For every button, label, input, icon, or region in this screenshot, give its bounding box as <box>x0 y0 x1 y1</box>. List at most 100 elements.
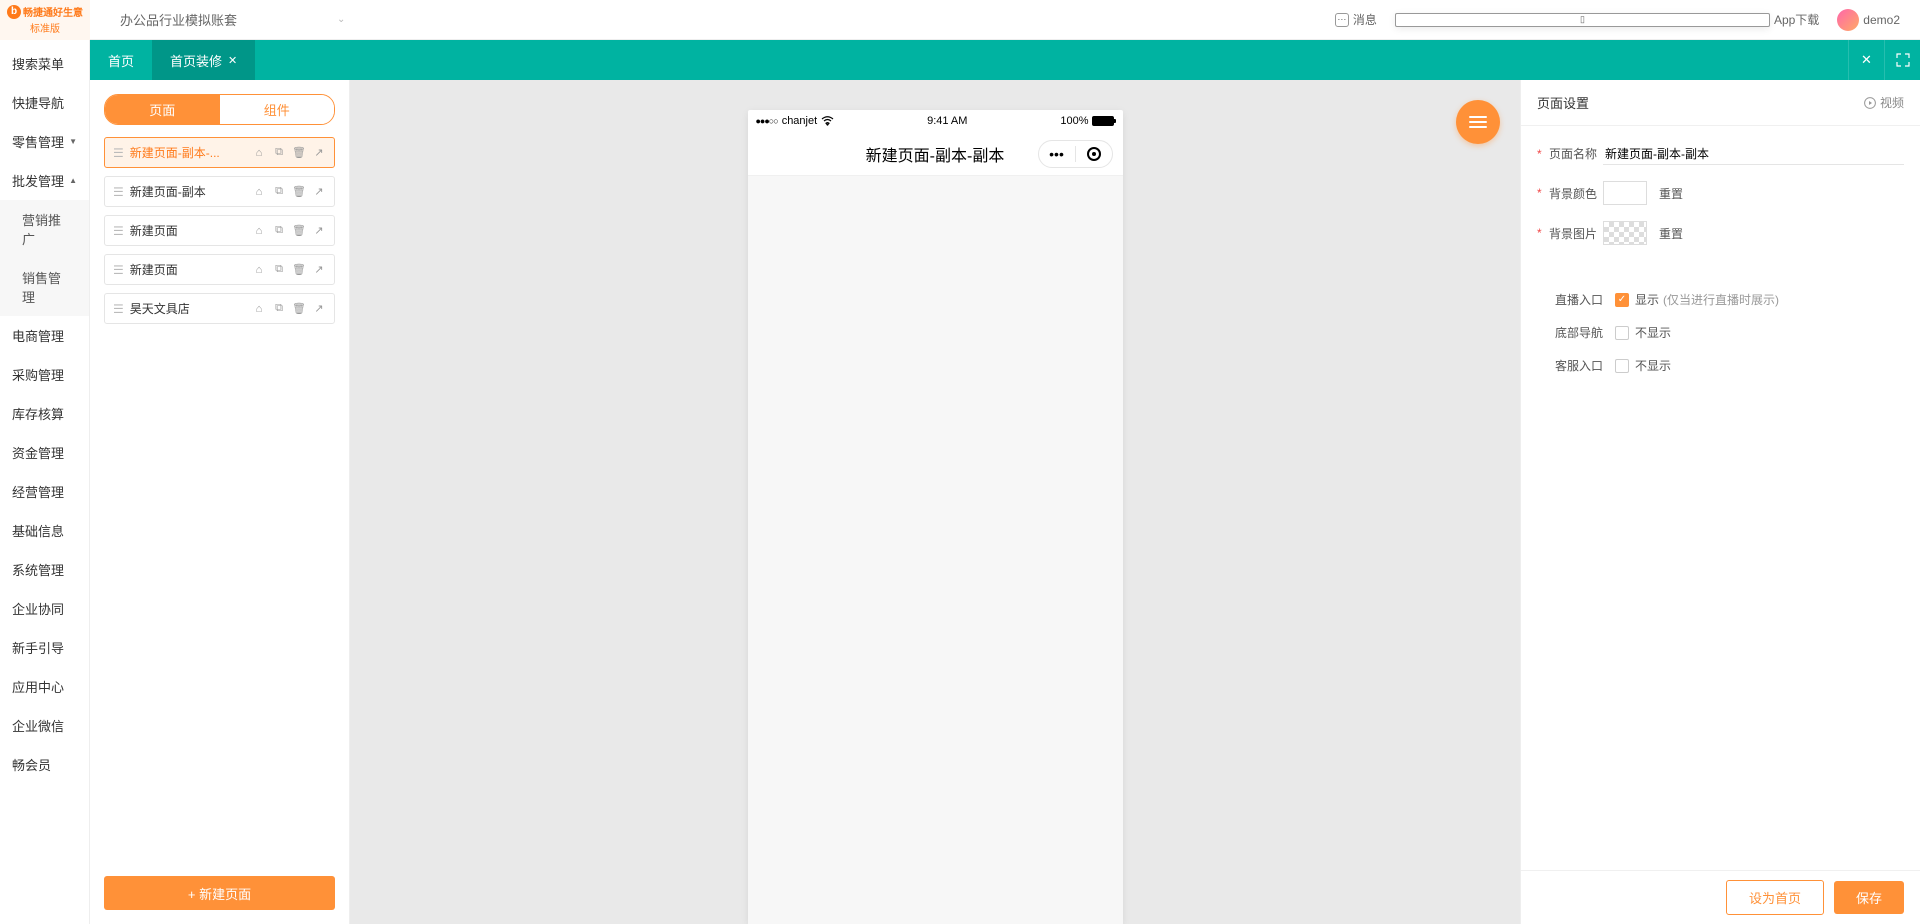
drag-icon[interactable]: ☰ <box>113 146 124 160</box>
share-icon[interactable]: ↗ <box>312 263 326 277</box>
top-header: b 畅捷通好生意 标准版 办公品行业模拟账套 ⌄ ⋯ 消息 ▯ App下载 de… <box>0 0 1920 40</box>
sidebar-item-marketing[interactable]: 营销推广 <box>0 200 89 258</box>
copy-icon[interactable]: ⧉ <box>272 185 286 199</box>
chevron-down-icon: ⌄ <box>337 14 345 25</box>
page-list-item[interactable]: ☰ 新建页面 ⌂ ⧉ 🗑 ↗ <box>104 215 335 246</box>
share-icon[interactable]: ↗ <box>312 224 326 238</box>
sidebar-item-quicknav[interactable]: 快捷导航 <box>0 83 89 122</box>
delete-icon[interactable]: 🗑 <box>292 302 306 316</box>
share-icon[interactable]: ↗ <box>312 146 326 160</box>
sidebar-item-sales[interactable]: 销售管理 <box>0 258 89 316</box>
preview-body[interactable] <box>748 176 1123 924</box>
label-page-name: 页面名称 <box>1549 145 1603 162</box>
menu-fab[interactable] <box>1456 100 1500 144</box>
sidebar-item-system[interactable]: 系统管理 <box>0 550 89 589</box>
capsule-close[interactable] <box>1076 141 1112 167</box>
copy-icon[interactable]: ⧉ <box>272 224 286 238</box>
app-download-link[interactable]: ▯ App下载 <box>1395 11 1819 28</box>
logo-icon: b <box>7 5 21 19</box>
drag-icon[interactable]: ☰ <box>113 263 124 277</box>
sidebar-item-funds[interactable]: 资金管理 <box>0 433 89 472</box>
sidebar-item-basicinfo[interactable]: 基础信息 <box>0 511 89 550</box>
avatar <box>1837 9 1859 31</box>
target-icon <box>1087 147 1101 161</box>
checkbox-bottom-nav[interactable] <box>1615 326 1629 340</box>
signal-icon: ●●●○○ <box>756 116 778 126</box>
home-icon[interactable]: ⌂ <box>252 146 266 160</box>
page-list-item[interactable]: ☰ 新建页面 ⌂ ⧉ 🗑 ↗ <box>104 254 335 285</box>
checkbox-live[interactable]: ✓ <box>1615 293 1629 307</box>
preview-title-bar: 新建页面-副本-副本 ••• <box>748 132 1123 176</box>
delete-icon[interactable]: 🗑 <box>292 146 306 160</box>
status-bar: ●●●○○ chanjet 9:41 AM 100% <box>748 110 1123 132</box>
save-button[interactable]: 保存 <box>1834 881 1904 914</box>
reset-bg-image[interactable]: 重置 <box>1659 225 1683 242</box>
settings-panel: 页面设置 视频 * 页面名称 * <box>1520 80 1920 924</box>
share-icon[interactable]: ↗ <box>312 302 326 316</box>
reset-bg-color[interactable]: 重置 <box>1659 185 1683 202</box>
sidebar-item-wholesale[interactable]: 批发管理▲ <box>0 161 89 200</box>
fullscreen-icon <box>1896 53 1910 67</box>
tab-fullscreen[interactable] <box>1884 40 1920 80</box>
copy-icon[interactable]: ⧉ <box>272 146 286 160</box>
seg-component[interactable]: 组件 <box>220 95 335 124</box>
sidebar-item-appcenter[interactable]: 应用中心 <box>0 667 89 706</box>
wifi-icon <box>821 116 834 126</box>
copy-icon[interactable]: ⧉ <box>272 263 286 277</box>
sidebar-item-retail[interactable]: 零售管理▼ <box>0 122 89 161</box>
close-icon[interactable]: ✕ <box>228 54 237 67</box>
caret-up-icon: ▲ <box>69 176 77 185</box>
add-page-button[interactable]: + 新建页面 <box>104 876 335 910</box>
page-list-item[interactable]: ☰ 昊天文具店 ⌂ ⧉ 🗑 ↗ <box>104 293 335 324</box>
phone-preview: ●●●○○ chanjet 9:41 AM 100% <box>748 110 1123 924</box>
org-selector[interactable]: 办公品行业模拟账套 ⌄ <box>120 10 345 29</box>
logo-brand: 畅捷通好生意 <box>23 4 83 19</box>
page-list-item[interactable]: ☰ 新建页面-副本 ⌂ ⧉ 🗑 ↗ <box>104 176 335 207</box>
tabbar: 首页 首页装修 ✕ ✕ <box>90 40 1920 80</box>
capsule-menu[interactable]: ••• <box>1039 141 1075 167</box>
preview-page-title: 新建页面-副本-副本 <box>866 142 1005 166</box>
logo: b 畅捷通好生意 标准版 <box>0 0 90 40</box>
home-icon[interactable]: ⌂ <box>252 302 266 316</box>
sidebar-item-operations[interactable]: 经营管理 <box>0 472 89 511</box>
speech-icon: ⋯ <box>1335 13 1349 27</box>
drag-icon[interactable]: ☰ <box>113 224 124 238</box>
seg-page[interactable]: 页面 <box>105 95 220 124</box>
messages-link[interactable]: ⋯ 消息 <box>1335 11 1377 28</box>
sidebar-item-guide[interactable]: 新手引导 <box>0 628 89 667</box>
page-list-item[interactable]: ☰ 新建页面-副本-... ⌂ ⧉ 🗑 ↗ <box>104 137 335 168</box>
checkbox-service[interactable] <box>1615 359 1629 373</box>
sidebar-item-inventory[interactable]: 库存核算 <box>0 394 89 433</box>
home-icon[interactable]: ⌂ <box>252 263 266 277</box>
sidebar-item-ecommerce[interactable]: 电商管理 <box>0 316 89 355</box>
copy-icon[interactable]: ⧉ <box>272 302 286 316</box>
sidebar-item-collab[interactable]: 企业协同 <box>0 589 89 628</box>
sidebar-item-wecom[interactable]: 企业微信 <box>0 706 89 745</box>
sidebar-item-member[interactable]: 畅会员 <box>0 745 89 784</box>
label-bg-color: 背景颜色 <box>1549 185 1603 202</box>
delete-icon[interactable]: 🗑 <box>292 224 306 238</box>
bg-image-swatch[interactable] <box>1603 221 1647 245</box>
miniapp-capsule: ••• <box>1038 140 1113 168</box>
bg-color-swatch[interactable] <box>1603 181 1647 205</box>
user-menu[interactable]: demo2 <box>1837 9 1900 31</box>
caret-down-icon: ▼ <box>69 137 77 146</box>
sidebar-item-purchase[interactable]: 采购管理 <box>0 355 89 394</box>
delete-icon[interactable]: 🗑 <box>292 263 306 277</box>
battery-icon <box>1092 116 1114 126</box>
share-icon[interactable]: ↗ <box>312 185 326 199</box>
page-name-input[interactable] <box>1603 142 1904 165</box>
label-live-entry: 直播入口 <box>1555 291 1615 308</box>
set-home-button[interactable]: 设为首页 <box>1726 880 1824 915</box>
drag-icon[interactable]: ☰ <box>113 302 124 316</box>
logo-edition: 标准版 <box>30 20 60 35</box>
tab-decoration[interactable]: 首页装修 ✕ <box>152 40 255 80</box>
tab-home[interactable]: 首页 <box>90 40 152 80</box>
drag-icon[interactable]: ☰ <box>113 185 124 199</box>
sidebar-item-search[interactable]: 搜索菜单 <box>0 44 89 83</box>
home-icon[interactable]: ⌂ <box>252 224 266 238</box>
video-link[interactable]: 视频 <box>1864 94 1904 111</box>
delete-icon[interactable]: 🗑 <box>292 185 306 199</box>
tab-close-all[interactable]: ✕ <box>1848 40 1884 80</box>
home-icon[interactable]: ⌂ <box>252 185 266 199</box>
